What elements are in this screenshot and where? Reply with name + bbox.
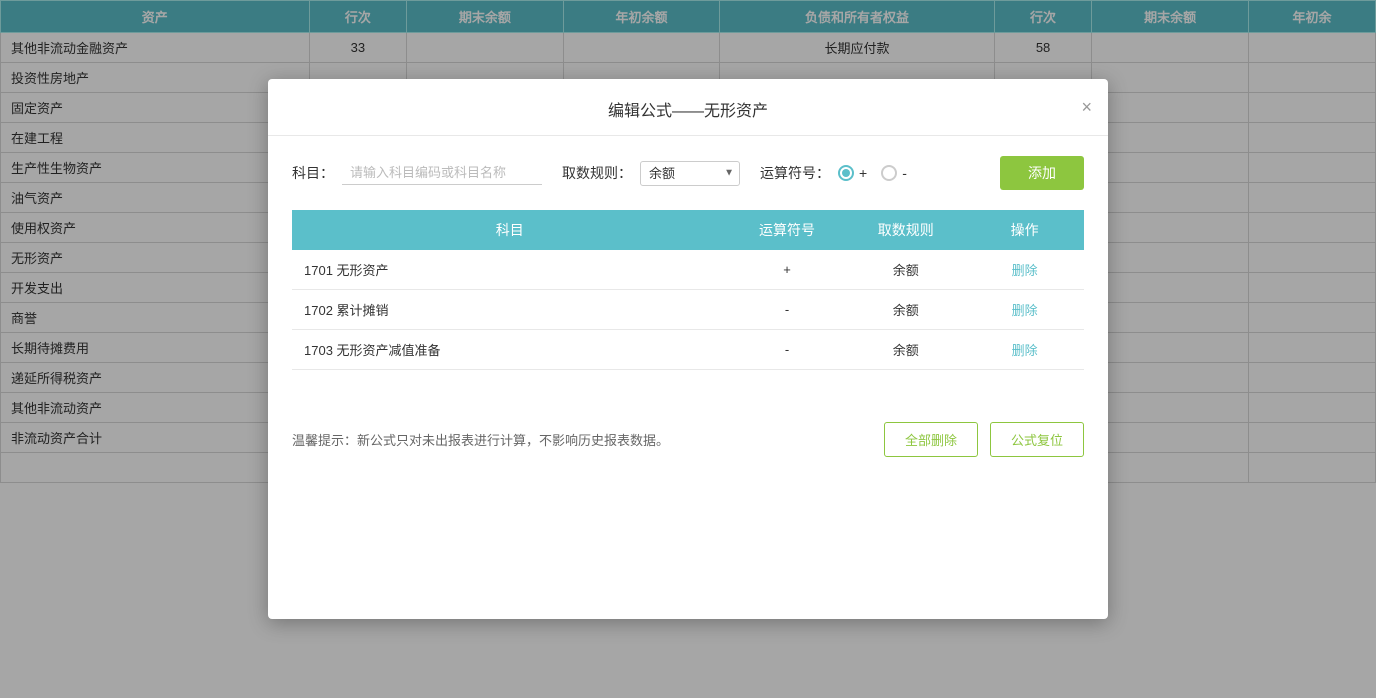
rule-label: 取数规则：: [562, 163, 632, 183]
row3-subject: 1703 无形资产减值准备: [292, 330, 728, 370]
table-row: 1701 无形资产 + 余额 删除: [292, 250, 1084, 290]
footer-buttons: 全部删除 公式复位: [884, 422, 1084, 457]
row1-action: 删除: [965, 250, 1084, 290]
rule-select[interactable]: 余额 借方发生额 贷方发生额: [640, 161, 740, 186]
row1-rule: 余额: [846, 250, 965, 290]
row2-operator: -: [728, 290, 847, 330]
operator-group: 运算符号： + -: [760, 163, 907, 183]
rule-group: 取数规则： 余额 借方发生额 贷方发生额 ▼: [562, 161, 740, 186]
delete-all-button[interactable]: 全部删除: [884, 422, 978, 457]
table-header-operator: 运算符号: [728, 210, 847, 250]
row3-delete-button[interactable]: 删除: [1012, 340, 1038, 359]
subject-group: 科目：: [292, 161, 542, 185]
table-header-subject: 科目: [292, 210, 728, 250]
formula-table: 科目 运算符号 取数规则 操作 1701 无形资产 + 余额 删除: [292, 210, 1084, 370]
rule-select-wrap: 余额 借方发生额 贷方发生额 ▼: [640, 161, 740, 186]
row2-rule: 余额: [846, 290, 965, 330]
operator-minus-radio[interactable]: -: [881, 165, 907, 181]
hint-text: 温馨提示：新公式只对未出报表进行计算，不影响历史报表数据。: [292, 430, 669, 449]
modal-overlay: 编辑公式——无形资产 × 科目： 取数规则： 余额 借方发生额: [0, 0, 1376, 698]
row2-subject: 1702 累计摊销: [292, 290, 728, 330]
row3-rule: 余额: [846, 330, 965, 370]
operator-label: 运算符号：: [760, 163, 830, 183]
modal-title: 编辑公式——无形资产: [608, 97, 768, 121]
add-button[interactable]: 添加: [1000, 156, 1084, 190]
row1-operator: +: [728, 250, 847, 290]
row1-delete-button[interactable]: 删除: [1012, 260, 1038, 279]
subject-label: 科目：: [292, 163, 334, 183]
form-row: 科目： 取数规则： 余额 借方发生额 贷方发生额 ▼: [292, 156, 1084, 190]
operator-radio-group: + -: [838, 165, 907, 181]
modal-header: 编辑公式——无形资产 ×: [268, 79, 1108, 136]
operator-plus-radio[interactable]: +: [838, 165, 867, 181]
row1-subject: 1701 无形资产: [292, 250, 728, 290]
reset-formula-button[interactable]: 公式复位: [990, 422, 1084, 457]
table-row: 1702 累计摊销 - 余额 删除: [292, 290, 1084, 330]
table-header-rule: 取数规则: [846, 210, 965, 250]
modal-body: 科目： 取数规则： 余额 借方发生额 贷方发生额 ▼: [268, 136, 1108, 406]
radio-circle-minus: [881, 165, 897, 181]
operator-minus-label: -: [902, 165, 907, 181]
radio-circle-plus: [838, 165, 854, 181]
modal-dialog: 编辑公式——无形资产 × 科目： 取数规则： 余额 借方发生额: [268, 79, 1108, 619]
row2-action: 删除: [965, 290, 1084, 330]
modal-close-button[interactable]: ×: [1081, 98, 1092, 116]
table-header-action: 操作: [965, 210, 1084, 250]
row3-action: 删除: [965, 330, 1084, 370]
operator-plus-label: +: [859, 165, 867, 181]
row2-delete-button[interactable]: 删除: [1012, 300, 1038, 319]
modal-footer: 温馨提示：新公式只对未出报表进行计算，不影响历史报表数据。 全部删除 公式复位: [268, 406, 1108, 477]
table-row: 1703 无形资产减值准备 - 余额 删除: [292, 330, 1084, 370]
subject-input[interactable]: [342, 161, 542, 185]
row3-operator: -: [728, 330, 847, 370]
